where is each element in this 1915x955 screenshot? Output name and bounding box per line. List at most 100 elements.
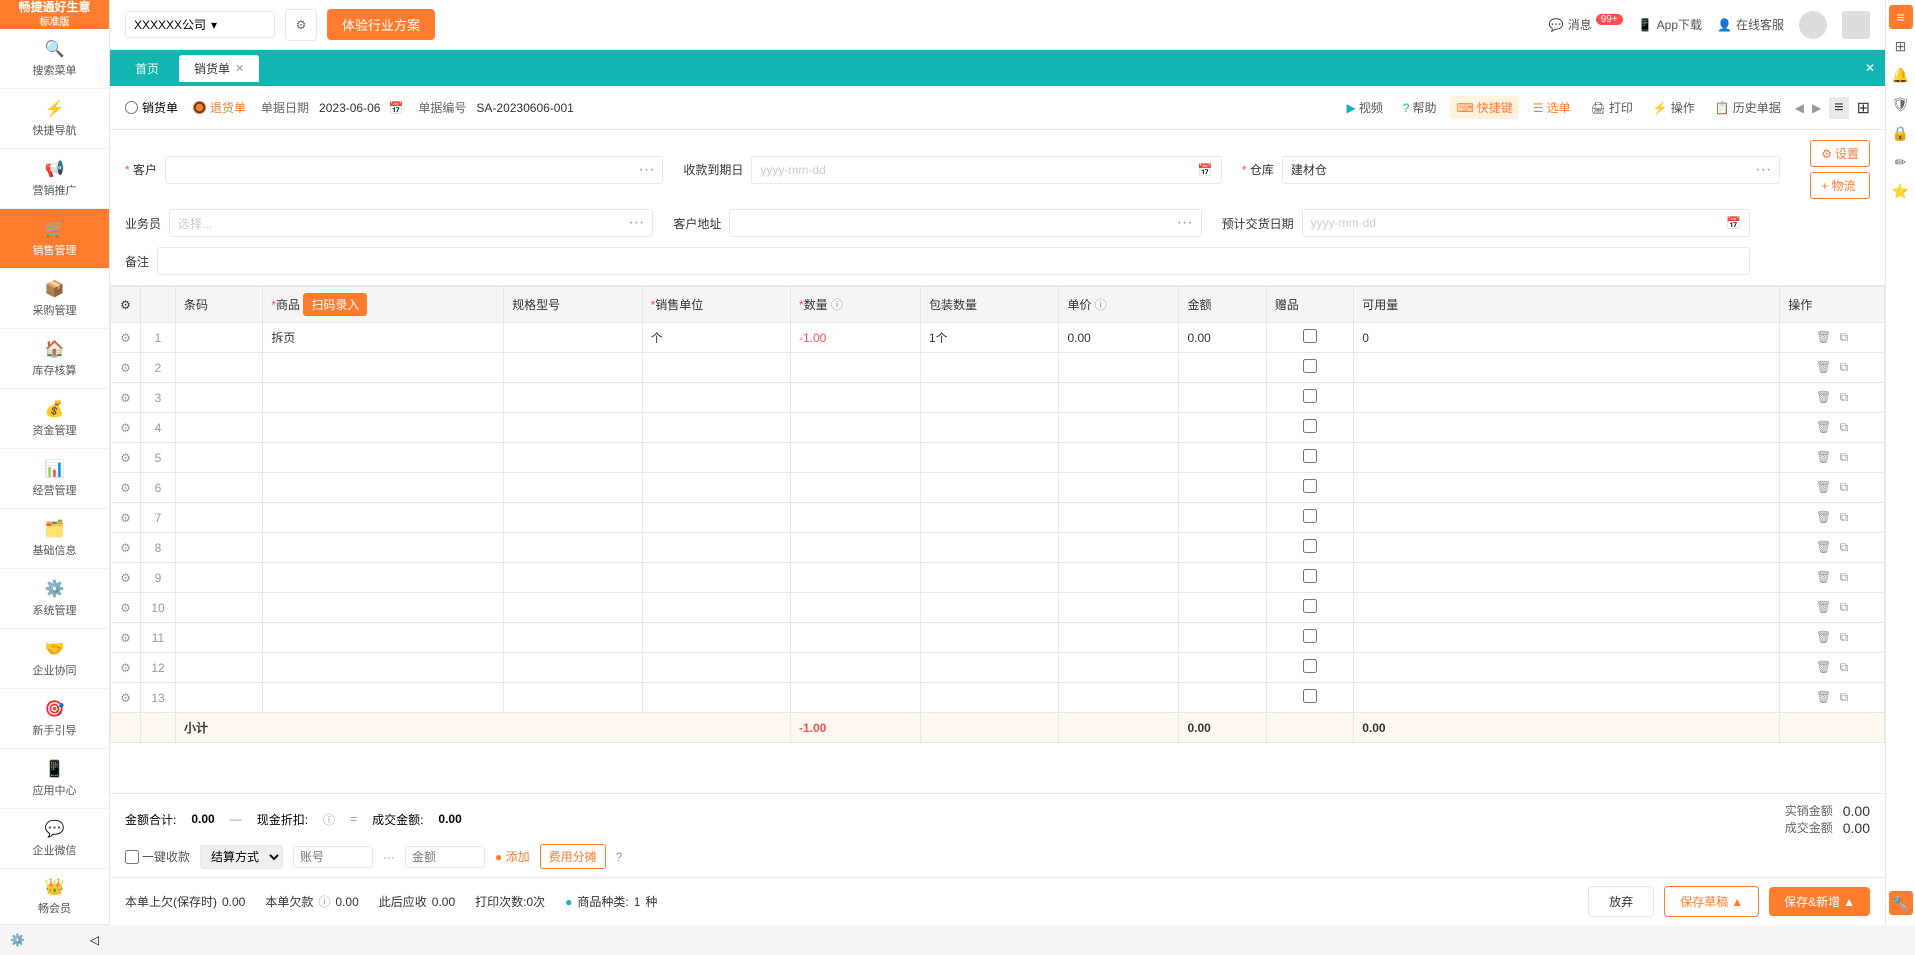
copy-icon[interactable]: ⧉ [1840, 510, 1849, 524]
row-gear-icon[interactable]: ⚙ [120, 541, 131, 555]
operation-btn[interactable]: ⚡操作 [1647, 96, 1701, 119]
message-btn[interactable]: 💬 消息 99+ [1549, 16, 1623, 33]
cell-gift[interactable] [1266, 503, 1353, 533]
gift-checkbox[interactable] [1303, 659, 1317, 673]
cell-price[interactable] [1059, 533, 1179, 563]
cell-barcode[interactable] [176, 503, 263, 533]
list-view-icon[interactable]: ≡ [1829, 97, 1848, 119]
copy-icon[interactable]: ⧉ [1840, 660, 1849, 674]
cell-price[interactable] [1059, 683, 1179, 713]
sidebar-item-quick[interactable]: ⚡ 快捷导航 [0, 89, 109, 149]
sidebar-item-marketing[interactable]: 📢 营销推广 [0, 149, 109, 209]
cell-pkg[interactable]: 1个 [920, 323, 1058, 353]
cell-qty[interactable] [791, 623, 921, 653]
cell-barcode[interactable] [176, 653, 263, 683]
gift-checkbox[interactable] [1303, 629, 1317, 643]
delete-icon[interactable]: 🗑 [1816, 390, 1831, 404]
delete-icon[interactable]: 🗑 [1816, 480, 1831, 494]
gift-checkbox[interactable] [1303, 479, 1317, 493]
cell-pkg[interactable] [920, 563, 1058, 593]
calendar-icon-due[interactable]: 📅 [1198, 163, 1213, 177]
cell-spec[interactable] [504, 323, 642, 353]
row-gear-icon[interactable]: ⚙ [120, 481, 131, 495]
cell-qty[interactable] [791, 533, 921, 563]
cell-amount[interactable] [1179, 623, 1266, 653]
cell-unit[interactable]: 个 [642, 323, 790, 353]
cell-product[interactable] [263, 683, 504, 713]
cell-product[interactable] [263, 473, 504, 503]
save-draft-button[interactable]: 保存草稿 ▲ [1664, 886, 1759, 917]
cell-spec[interactable] [504, 683, 642, 713]
delete-icon[interactable]: 🗑 [1816, 690, 1831, 704]
cell-gift[interactable] [1266, 563, 1353, 593]
shortcut-btn[interactable]: ⌨快捷键 [1450, 96, 1518, 119]
radio-sales-order[interactable]: 销货单 [125, 99, 178, 116]
print-btn[interactable]: 🖨打印 [1585, 96, 1639, 119]
cell-spec[interactable] [504, 533, 642, 563]
grid-view-icon[interactable]: ⊞ [1857, 98, 1870, 118]
notes-input[interactable] [157, 247, 1750, 275]
warehouse-more-icon[interactable]: ··· [1755, 161, 1771, 179]
cell-price[interactable] [1059, 503, 1179, 533]
cell-unit[interactable] [642, 503, 790, 533]
cell-product[interactable] [263, 593, 504, 623]
right-panel-shield-btn[interactable]: 🛡 [1889, 92, 1913, 116]
cell-unit[interactable] [642, 623, 790, 653]
gift-checkbox[interactable] [1303, 539, 1317, 553]
cell-price[interactable] [1059, 623, 1179, 653]
cell-unit[interactable] [642, 383, 790, 413]
cell-price[interactable] [1059, 413, 1179, 443]
cell-unit[interactable] [642, 443, 790, 473]
cell-barcode[interactable] [176, 443, 263, 473]
cell-pkg[interactable] [920, 623, 1058, 653]
sidebar-item-operations[interactable]: 📊 经营管理 [0, 449, 109, 509]
delete-icon[interactable]: 🗑 [1816, 510, 1831, 524]
sidebar-item-sales[interactable]: 🛒 销售管理 [0, 209, 109, 269]
settings-button[interactable]: ⚙ [285, 9, 317, 41]
cell-unit[interactable] [642, 473, 790, 503]
cell-barcode[interactable] [176, 563, 263, 593]
cell-product[interactable] [263, 533, 504, 563]
tab-home[interactable]: 首页 [120, 55, 174, 82]
cell-spec[interactable] [504, 563, 642, 593]
cell-pkg[interactable] [920, 683, 1058, 713]
select-btn[interactable]: ☰选单 [1527, 96, 1577, 119]
payment-method-select[interactable]: 结算方式 [200, 845, 283, 869]
customer-addr-input[interactable]: ··· [729, 209, 1201, 237]
cell-spec[interactable] [504, 413, 642, 443]
calendar-icon-exp[interactable]: 📅 [1726, 216, 1741, 230]
logistics-btn[interactable]: + 物流 [1810, 172, 1870, 199]
help-btn[interactable]: ?帮助 [1397, 96, 1443, 119]
cell-product[interactable] [263, 413, 504, 443]
cell-product[interactable] [263, 353, 504, 383]
cell-pkg[interactable] [920, 443, 1058, 473]
one-click-payment[interactable]: 一键收款 [125, 848, 190, 865]
cell-pkg[interactable] [920, 533, 1058, 563]
sidebar-item-basic[interactable]: 🗂️ 基础信息 [0, 509, 109, 569]
cell-gift[interactable] [1266, 353, 1353, 383]
cell-amount[interactable] [1179, 593, 1266, 623]
cell-unit[interactable] [642, 683, 790, 713]
cell-gift[interactable] [1266, 533, 1353, 563]
cell-spec[interactable] [504, 623, 642, 653]
next-icon[interactable]: ▶ [1812, 101, 1821, 115]
cell-qty[interactable] [791, 443, 921, 473]
gift-checkbox[interactable] [1303, 509, 1317, 523]
cell-pkg[interactable] [920, 413, 1058, 443]
cell-product[interactable] [263, 563, 504, 593]
row-gear-icon[interactable]: ⚙ [120, 571, 131, 585]
cell-barcode[interactable] [176, 623, 263, 653]
delete-icon[interactable]: 🗑 [1816, 600, 1831, 614]
copy-icon[interactable]: ⧉ [1840, 540, 1849, 554]
row-gear-icon[interactable]: ⚙ [120, 391, 131, 405]
sidebar-item-system[interactable]: ⚙️ 系统管理 [0, 569, 109, 629]
delete-icon[interactable]: 🗑 [1816, 330, 1831, 344]
amount-input[interactable] [405, 846, 485, 868]
cell-unit[interactable] [642, 353, 790, 383]
right-panel-grid-btn[interactable]: ⊞ [1889, 34, 1913, 58]
customer-more-icon[interactable]: ··· [638, 161, 654, 179]
cell-qty[interactable] [791, 473, 921, 503]
expected-date-input[interactable]: yyyy-mm-dd 📅 [1302, 209, 1750, 237]
calendar-icon[interactable]: 📅 [388, 101, 403, 115]
cell-spec[interactable] [504, 653, 642, 683]
